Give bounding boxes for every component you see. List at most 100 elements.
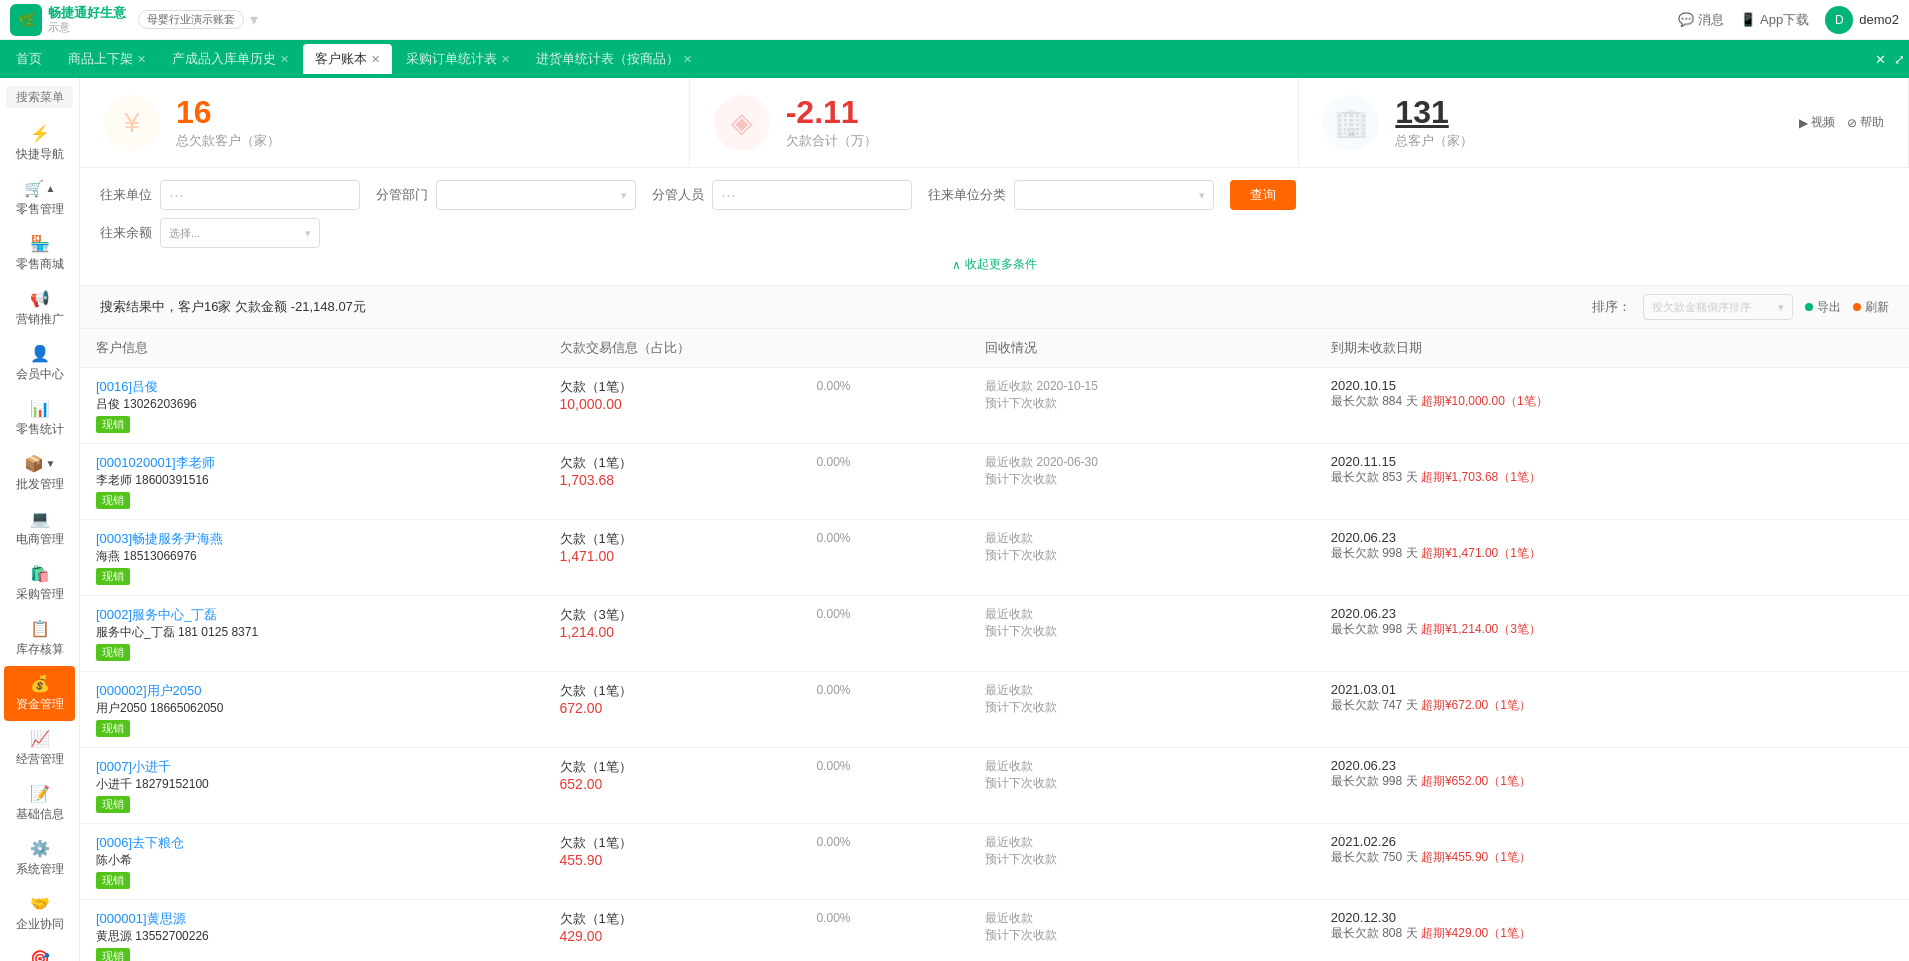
sidebar-finance-label: 资金管理 <box>16 696 64 713</box>
view-video-btn[interactable]: ▶ 视频 <box>1799 114 1835 131</box>
message-btn[interactable]: 💬 消息 <box>1678 11 1724 29</box>
sidebar-item-finance[interactable]: 💰 资金管理 <box>4 666 75 721</box>
sidebar-item-batch-mgmt[interactable]: 📦 ▼ 批发管理 <box>0 446 79 501</box>
overdue-amount-link[interactable]: 超期¥429.00（1笔） <box>1421 926 1531 940</box>
quick-nav-icon: ⚡ <box>30 124 50 143</box>
debt-info-cell: 欠款（1笔） 429.00 <box>544 900 793 962</box>
sidebar-item-enterprise-coop[interactable]: 🤝 企业协同 <box>0 886 79 941</box>
tab-customer-account[interactable]: 客户账本 ✕ <box>303 44 392 74</box>
sidebar-item-quick-nav[interactable]: ⚡ 快捷导航 <box>0 116 79 171</box>
debt-percent: 0.00% <box>816 759 850 773</box>
tab-product-history-close[interactable]: ✕ <box>280 53 289 66</box>
balance-select[interactable]: 选择... ▾ <box>160 218 320 248</box>
customer-table: 客户信息 欠款交易信息（占比） 回收情况 到期未收款日期 [0016]吕俊 吕俊… <box>80 329 1909 961</box>
recovery-cell: 最近收款 预计下次收款 <box>969 824 1315 900</box>
sidebar-item-member[interactable]: 👤 会员中心 <box>0 336 79 391</box>
manager-dots: ··· <box>721 185 736 206</box>
sort-label: 排序： <box>1592 298 1631 316</box>
overdue-amount-link[interactable]: 超期¥1,471.00（1笔） <box>1421 546 1541 560</box>
tab-fullscreen-icon[interactable]: ⤢ <box>1894 52 1905 67</box>
overdue-amount-link[interactable]: 超期¥652.00（1笔） <box>1421 774 1531 788</box>
tab-purchase-order[interactable]: 采购订单统计表 ✕ <box>394 44 522 74</box>
avatar: D <box>1825 6 1853 34</box>
debt-amount: 672.00 <box>560 700 777 716</box>
table-row: [0003]畅捷服务尹海燕 海燕 18513066976 现销 欠款（1笔） 1… <box>80 520 1909 596</box>
table-row: [0002]服务中心_丁磊 服务中心_丁磊 181 0125 8371 现销 欠… <box>80 596 1909 672</box>
customer-tag: 现销 <box>96 568 130 585</box>
debt-amount: 455.90 <box>560 852 777 868</box>
tab-collapse-icon[interactable]: ✕ <box>1875 52 1886 67</box>
overdue-amount-link[interactable]: 超期¥672.00（1笔） <box>1421 698 1531 712</box>
sidebar-item-marketing[interactable]: 📢 营销推广 <box>0 281 79 336</box>
sidebar-item-new-guide[interactable]: 🎯 新手引导 <box>0 941 79 961</box>
sidebar-item-system[interactable]: ⚙️ 系统管理 <box>0 831 79 886</box>
customer-code-link[interactable]: [0002]服务中心_丁磊 <box>96 607 217 622</box>
results-bar: 搜索结果中，客户16家 欠款金额 -21,148.07元 排序： 按欠款金额倒序… <box>80 286 1909 329</box>
tab-inbound-stats[interactable]: 进货单统计表（按商品） ✕ <box>524 44 704 74</box>
customer-code-link[interactable]: [000001]黄思源 <box>96 911 186 926</box>
sidebar-item-retail-stats[interactable]: 📊 零售统计 <box>0 391 79 446</box>
manager-input[interactable]: ··· <box>712 180 912 210</box>
debt-percent-cell: 0.00% <box>792 748 969 824</box>
help-icon: ⊘ <box>1847 116 1857 130</box>
overdue-amount-link[interactable]: 超期¥1,703.68（1笔） <box>1421 470 1541 484</box>
overdue-amount-link[interactable]: 超期¥10,000.00（1笔） <box>1421 394 1548 408</box>
debt-count: 欠款（3笔） <box>560 606 777 624</box>
table-header-row: 客户信息 欠款交易信息（占比） 回收情况 到期未收款日期 <box>80 329 1909 368</box>
customer-code-link[interactable]: [0003]畅捷服务尹海燕 <box>96 531 223 546</box>
tab-customer-account-close[interactable]: ✕ <box>371 53 380 66</box>
overdue-days: 最长欠款 998 天 超期¥1,214.00（3笔） <box>1331 621 1893 638</box>
app-download-btn[interactable]: 📱 App下载 <box>1740 11 1809 29</box>
tab-purchase-order-close[interactable]: ✕ <box>501 53 510 66</box>
latest-collection: 最近收款 2020-06-30 <box>985 454 1299 471</box>
export-btn[interactable]: 导出 <box>1805 299 1841 316</box>
customer-name: 李老师 18600391516 <box>96 472 528 489</box>
sidebar-item-retail-mgmt[interactable]: 🛒 ▲ 零售管理 <box>0 171 79 226</box>
recovery-cell: 最近收款 预计下次收款 <box>969 672 1315 748</box>
debt-amount: 10,000.00 <box>560 396 777 412</box>
view-video-label: 视频 <box>1811 114 1835 131</box>
refresh-btn[interactable]: 刷新 <box>1853 299 1889 316</box>
sidebar-item-purchase[interactable]: 🛍️ 采购管理 <box>0 556 79 611</box>
due-date-cell: 2020.10.15 最长欠款 884 天 超期¥10,000.00（1笔） <box>1315 368 1909 444</box>
manager-label: 分管人员 <box>652 186 704 204</box>
tab-product-shelf-close[interactable]: ✕ <box>137 53 146 66</box>
recovery-cell: 最近收款 预计下次收款 <box>969 748 1315 824</box>
sidebar-item-retail-mall[interactable]: 🏪 零售商城 <box>0 226 79 281</box>
collapse-label: 收起更多条件 <box>965 256 1037 273</box>
batch-mgmt-arrow: ▼ <box>46 458 56 469</box>
customer-tag: 现销 <box>96 644 130 661</box>
sidebar-item-inventory[interactable]: 📋 库存核算 <box>0 611 79 666</box>
due-date: 2020.10.15 <box>1331 378 1893 393</box>
debt-amount: 652.00 <box>560 776 777 792</box>
customer-code-link[interactable]: [0001020001]李老师 <box>96 455 215 470</box>
sidebar-item-operations[interactable]: 📈 经营管理 <box>0 721 79 776</box>
from-unit-input[interactable]: ··· <box>160 180 360 210</box>
debt-info-cell: 欠款（1笔） 10,000.00 <box>544 368 793 444</box>
overdue-amount-link[interactable]: 超期¥1,214.00（3笔） <box>1421 622 1541 636</box>
tab-inbound-stats-close[interactable]: ✕ <box>683 53 692 66</box>
tab-product-shelf[interactable]: 商品上下架 ✕ <box>56 44 158 74</box>
sidebar-search-input[interactable] <box>6 86 73 108</box>
customer-code-link[interactable]: [0016]吕俊 <box>96 379 158 394</box>
collapse-button[interactable]: ∧ 收起更多条件 <box>100 256 1889 273</box>
unit-category-input[interactable]: ▾ <box>1014 180 1214 210</box>
customer-code-link[interactable]: [000002]用户2050 <box>96 683 202 698</box>
sort-select[interactable]: 按欠款金额倒序排序 ▾ <box>1643 294 1793 320</box>
tab-customer-account-label: 客户账本 <box>315 50 367 68</box>
sidebar-item-ecommerce[interactable]: 💻 电商管理 <box>0 501 79 556</box>
user-area[interactable]: D demo2 <box>1825 6 1899 34</box>
search-button[interactable]: 查询 <box>1230 180 1296 210</box>
debt-info-cell: 欠款（1笔） 455.90 <box>544 824 793 900</box>
sidebar-item-basic-info[interactable]: 📝 基础信息 <box>0 776 79 831</box>
help-btn[interactable]: ⊘ 帮助 <box>1847 114 1884 131</box>
customer-code-link[interactable]: [0007]小进千 <box>96 759 171 774</box>
tab-home[interactable]: 首页 <box>4 44 54 74</box>
overdue-amount-link[interactable]: 超期¥455.90（1笔） <box>1421 850 1531 864</box>
next-collection: 预计下次收款 <box>985 623 1299 640</box>
customer-code-link[interactable]: [0006]去下粮仓 <box>96 835 184 850</box>
tab-bar: 首页 商品上下架 ✕ 产成品入库单历史 ✕ 客户账本 ✕ 采购订单统计表 ✕ 进… <box>0 40 1909 78</box>
dept-input[interactable]: ▾ <box>436 180 636 210</box>
tab-product-history[interactable]: 产成品入库单历史 ✕ <box>160 44 301 74</box>
dropdown-icon[interactable]: ▾ <box>250 10 258 29</box>
